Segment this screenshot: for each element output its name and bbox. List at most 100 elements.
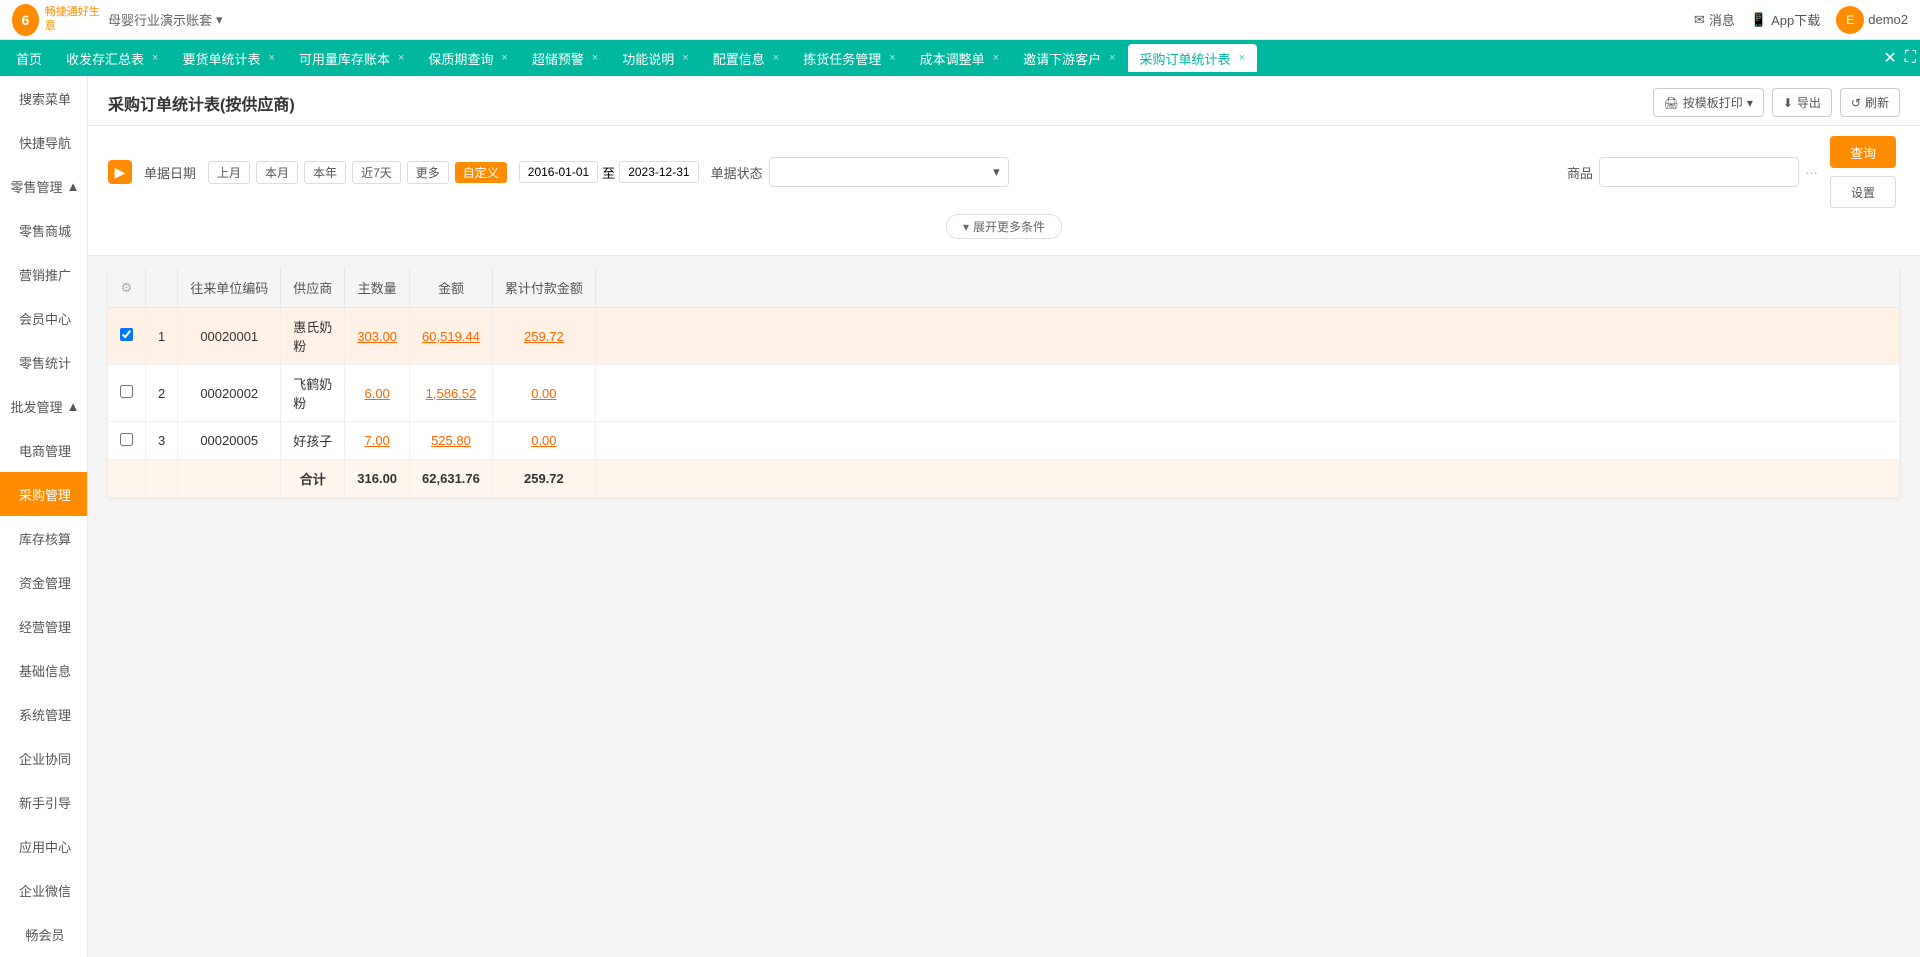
tab-purchase-stats[interactable]: 采购订单统计表 × xyxy=(1128,44,1257,72)
tab-overstock-close[interactable]: × xyxy=(592,52,598,64)
workspace-label: 母婴行业演示账套 xyxy=(108,10,212,29)
sidebar-item-operations[interactable]: 经营管理 xyxy=(0,605,87,649)
tab-purchase-stats-close[interactable]: × xyxy=(1239,52,1245,64)
settings-button[interactable]: 设置 xyxy=(1830,176,1896,208)
sidebar-item-member[interactable]: 会员中心 xyxy=(0,296,87,340)
date-from[interactable]: 2016-01-01 xyxy=(519,161,598,183)
sidebar-item-enterprise-wechat[interactable]: 企业微信 xyxy=(0,869,87,913)
tab-cost-adjust[interactable]: 成本调整单 × xyxy=(908,44,1011,72)
app-download-action[interactable]: 📱 App下载 xyxy=(1751,10,1820,29)
sidebar-item-ecommerce[interactable]: 电商管理 xyxy=(0,428,87,472)
tab-config[interactable]: 配置信息 × xyxy=(701,44,791,72)
system-label: 系统管理 xyxy=(19,705,71,724)
row1-amount[interactable]: 60,519.44 xyxy=(410,308,493,365)
tab-overstock[interactable]: 超储预警 × xyxy=(520,44,610,72)
sidebar-item-app-center[interactable]: 应用中心 xyxy=(0,825,87,869)
sidebar-item-enterprise[interactable]: 企业协同 xyxy=(0,737,87,781)
tab-inventory-close[interactable]: × xyxy=(398,52,404,64)
workspace-arrow-icon: ▾ xyxy=(216,12,223,28)
message-label: 消息 xyxy=(1709,10,1735,29)
purchase-label: 采购管理 xyxy=(19,485,71,504)
date-btn-last-month[interactable]: 上月 xyxy=(208,161,250,184)
goods-filter-more-icon[interactable]: ··· xyxy=(1805,165,1818,180)
sidebar-item-basic-info[interactable]: 基础信息 xyxy=(0,649,87,693)
table-row[interactable]: 1 00020001 惠氏奶粉 303.00 60,519.44 259.72 xyxy=(108,308,1900,365)
sidebar-item-inventory[interactable]: 库存核算 xyxy=(0,516,87,560)
tab-expiry-close[interactable]: × xyxy=(501,52,507,64)
row1-check[interactable] xyxy=(108,308,146,365)
filter-area: ▶ 单据日期 上月 本月 本年 近7天 更多 自定义 2016-01-01 至 … xyxy=(88,126,1920,256)
inventory-label: 库存核算 xyxy=(19,529,71,548)
row3-qty[interactable]: 7.00 xyxy=(345,422,410,460)
tab-receipt-summary-close[interactable]: × xyxy=(152,52,158,64)
sidebar-item-guide[interactable]: 新手引导 xyxy=(0,781,87,825)
row3-check[interactable] xyxy=(108,422,146,460)
tab-invite-downstream-close[interactable]: × xyxy=(1109,52,1115,64)
row2-amount[interactable]: 1,586.52 xyxy=(410,365,493,422)
sidebar-item-chang-member[interactable]: 畅会员 xyxy=(0,913,87,957)
status-filter-select[interactable]: ▾ xyxy=(769,157,1009,187)
sidebar-item-purchase[interactable]: 采购管理 xyxy=(0,472,87,516)
query-button[interactable]: 查询 xyxy=(1830,136,1896,168)
tab-inventory[interactable]: 可用量库存账本 × xyxy=(287,44,416,72)
tab-invite-downstream[interactable]: 邀请下游客户 × xyxy=(1011,44,1127,72)
table-row[interactable]: 2 00020002 飞鹤奶粉 6.00 1,586.52 0.00 xyxy=(108,365,1900,422)
goods-filter-input[interactable] xyxy=(1599,157,1799,187)
tab-expiry[interactable]: 保质期查询 × xyxy=(416,44,519,72)
tab-pick-task[interactable]: 拣货任务管理 × xyxy=(791,44,907,72)
date-separator: 至 xyxy=(602,163,615,182)
chang-member-label: 畅会员 xyxy=(25,925,64,944)
date-to[interactable]: 2023-12-31 xyxy=(619,161,698,183)
footer-num-cell xyxy=(146,460,178,498)
row1-paid[interactable]: 259.72 xyxy=(492,308,595,365)
date-btn-this-month[interactable]: 本月 xyxy=(256,161,298,184)
tab-overstock-label: 超储预警 xyxy=(532,49,584,68)
tab-config-close[interactable]: × xyxy=(773,52,779,64)
tab-cost-adjust-close[interactable]: × xyxy=(993,52,999,64)
th-gear[interactable]: ⚙ xyxy=(108,268,146,308)
workspace-selector[interactable]: 母婴行业演示账套 ▾ xyxy=(100,6,1694,33)
tab-maximize-icon[interactable]: ⛶ xyxy=(1905,49,1916,67)
row2-check[interactable] xyxy=(108,365,146,422)
page-header: 采购订单统计表(按供应商) 🖨 按模板打印 ▾ ⬇ 导出 ↺ 刷新 xyxy=(88,76,1920,126)
tab-function-desc-close[interactable]: × xyxy=(682,52,688,64)
sidebar-item-retail-mall[interactable]: 零售商城 xyxy=(0,208,87,252)
tab-close-icon[interactable]: ✕ xyxy=(1883,48,1896,68)
date-btn-more[interactable]: 更多 xyxy=(407,161,449,184)
row3-paid[interactable]: 0.00 xyxy=(492,422,595,460)
row1-qty[interactable]: 303.00 xyxy=(345,308,410,365)
filter-toggle-button[interactable]: ▶ xyxy=(108,160,132,184)
sidebar-item-search[interactable]: 搜索菜单 xyxy=(0,76,87,120)
goods-filter: 商品 ··· xyxy=(1567,157,1818,187)
export-button[interactable]: ⬇ 导出 xyxy=(1772,88,1832,117)
user-action[interactable]: E demo2 xyxy=(1836,6,1908,34)
print-button[interactable]: 🖨 按模板打印 ▾ xyxy=(1653,88,1764,117)
sidebar-item-system[interactable]: 系统管理 xyxy=(0,693,87,737)
sidebar-item-marketing[interactable]: 营销推广 xyxy=(0,252,87,296)
date-btn-this-year[interactable]: 本年 xyxy=(304,161,346,184)
tab-home[interactable]: 首页 xyxy=(4,44,54,72)
tab-function-desc[interactable]: 功能说明 × xyxy=(610,44,700,72)
sidebar-item-finance[interactable]: 资金管理 xyxy=(0,561,87,605)
message-action[interactable]: ✉ 消息 xyxy=(1694,10,1735,29)
sidebar-item-retail-stats[interactable]: 零售统计 xyxy=(0,340,87,384)
date-custom-badge[interactable]: 自定义 xyxy=(455,162,507,183)
date-btn-7days[interactable]: 近7天 xyxy=(352,161,401,184)
row2-empty xyxy=(595,365,1899,422)
sidebar-item-retail-mgmt[interactable]: 零售管理 ▲ xyxy=(0,164,87,208)
tab-order-stats-close[interactable]: × xyxy=(268,52,274,64)
row2-qty[interactable]: 6.00 xyxy=(345,365,410,422)
tab-order-stats[interactable]: 要货单统计表 × xyxy=(170,44,286,72)
quicknav-label: 快捷导航 xyxy=(19,133,71,152)
row2-paid[interactable]: 0.00 xyxy=(492,365,595,422)
expand-conditions-button[interactable]: ▾ 展开更多条件 xyxy=(946,214,1062,239)
row3-amount[interactable]: 525.80 xyxy=(410,422,493,460)
sidebar-item-wholesale[interactable]: 批发管理 ▲ xyxy=(0,384,87,428)
tab-pick-task-close[interactable]: × xyxy=(889,52,895,64)
gear-icon[interactable]: ⚙ xyxy=(121,280,133,295)
sidebar-item-quicknav[interactable]: 快捷导航 xyxy=(0,120,87,164)
tab-receipt-summary[interactable]: 收发存汇总表 × xyxy=(54,44,170,72)
refresh-button[interactable]: ↺ 刷新 xyxy=(1840,88,1900,117)
logo-icon: 6 xyxy=(12,4,39,36)
table-row[interactable]: 3 00020005 好孩子 7.00 525.80 0.00 xyxy=(108,422,1900,460)
